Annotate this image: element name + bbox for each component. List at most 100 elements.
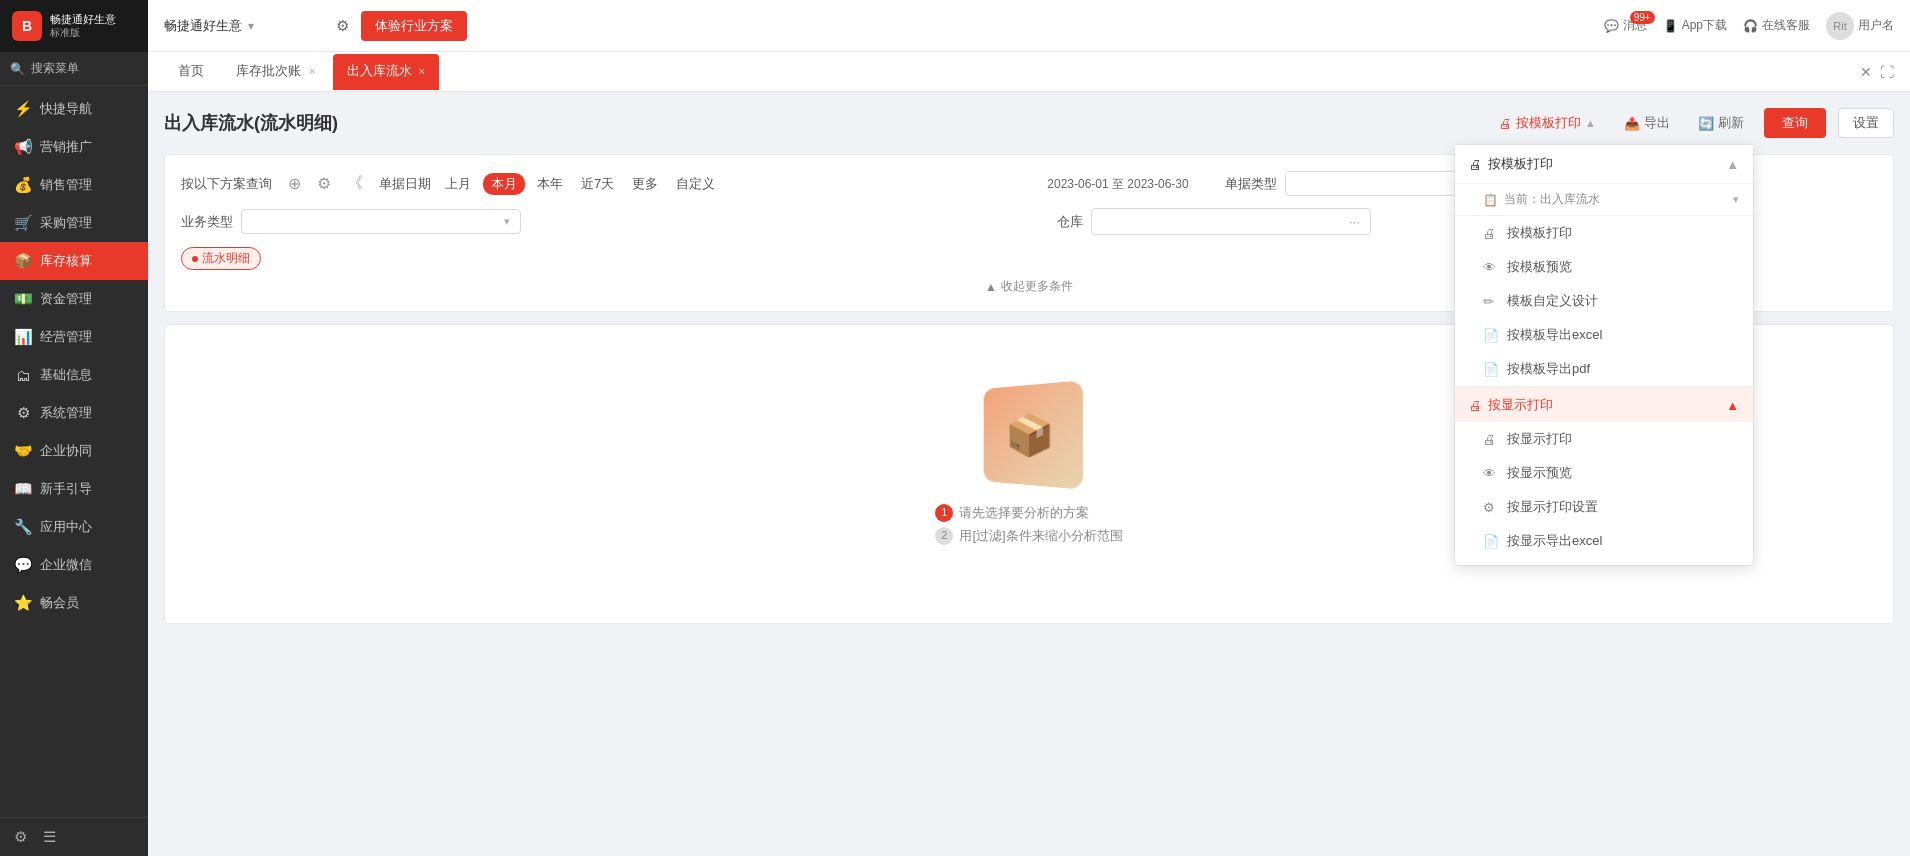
item-preview-icon: 👁	[1483, 260, 1499, 275]
sidebar-item-marketing[interactable]: 📢 营销推广	[0, 128, 148, 166]
sidebar-item-inventory[interactable]: 📦 库存核算	[0, 242, 148, 280]
sidebar-nav: ⚡ 快捷导航 📢 营销推广 💰 销售管理 🛒 采购管理 📦 库存核算 💵 资金管…	[0, 86, 148, 817]
dropdown-item-template-custom[interactable]: ✏ 模板自定义设计	[1455, 284, 1753, 318]
tab-batch[interactable]: 库存批次账 ×	[222, 54, 329, 90]
sidebar-item-member[interactable]: ⭐ 畅会员	[0, 584, 148, 622]
sidebar-item-quick-nav[interactable]: ⚡ 快捷导航	[0, 90, 148, 128]
print-dropdown-arrow[interactable]: ▲	[1585, 117, 1596, 129]
tab-batch-close-icon[interactable]: ×	[309, 65, 315, 77]
logo-text: 畅捷通好生意 标准版	[50, 12, 116, 40]
sidebar-item-finance[interactable]: 💵 资金管理	[0, 280, 148, 318]
biztype-label: 业务类型	[181, 213, 233, 231]
tab-home[interactable]: 首页	[164, 54, 218, 90]
dropdown-item-template-print[interactable]: 🖨 按模板打印	[1455, 216, 1753, 250]
sidebar-logo: B 畅捷通好生意 标准版	[0, 0, 148, 52]
export-btn[interactable]: 📤 导出	[1616, 110, 1678, 136]
search-menu-btn[interactable]: 🔍 搜索菜单	[10, 60, 138, 77]
sidebar-item-basic[interactable]: 🗂 基础信息	[0, 356, 148, 394]
filter-collapse-icon[interactable]: 《	[347, 173, 363, 194]
dropdown-collapse-icon[interactable]: ▲	[1726, 157, 1739, 172]
active-tag-flowdetail[interactable]: 流水明细	[181, 247, 261, 270]
collapse-btn[interactable]: ▲ 收起更多条件	[985, 278, 1073, 295]
dropdown-item-template-preview[interactable]: 👁 按模板预览	[1455, 250, 1753, 284]
sidebar-item-sales[interactable]: 💰 销售管理	[0, 166, 148, 204]
print-template-btn[interactable]: 🖨 按模板打印 ▲	[1491, 110, 1604, 136]
section2-print-icon: 🖨	[1469, 398, 1482, 413]
finance-icon: 💵	[14, 290, 32, 308]
tabbar-close-icon[interactable]: ✕	[1860, 64, 1872, 80]
sidebar-search[interactable]: 🔍 搜索菜单	[0, 52, 148, 86]
sidebar-item-wechat[interactable]: 💬 企业微信	[0, 546, 148, 584]
item-custom-icon: ✏	[1483, 294, 1499, 309]
item-pdf-icon: 📄	[1483, 362, 1499, 377]
dropdown-item-template-export-pdf[interactable]: 📄 按模板导出pdf	[1455, 352, 1753, 386]
settings-btn[interactable]: 设置	[1838, 108, 1894, 138]
dropdown-header-title: 🖨 按模板打印	[1469, 155, 1553, 173]
topbar: 畅捷通好生意 ▾ ⚙ 体验行业方案 💬 消息 99+ 📱 App下载 🎧 在线客…	[148, 0, 1910, 52]
dropdown-header: 🖨 按模板打印 ▲	[1455, 145, 1753, 184]
topbar-app-btn[interactable]: 📱 App下载	[1663, 17, 1727, 34]
dropdown-item-display-export-pdf[interactable]: 📄 按显示导出pdf	[1455, 558, 1753, 565]
date-btn-7days[interactable]: 近7天	[575, 173, 620, 195]
topbar-gear-icon[interactable]: ⚙	[336, 17, 349, 35]
dropdown-item-display-print-settings[interactable]: ⚙ 按显示打印设置	[1455, 490, 1753, 524]
dropdown-scroll: 🖨 按模板打印 ▲ 📋 当前：出入库流水 ▾	[1455, 145, 1753, 565]
collapse-up-icon: ▲	[985, 280, 997, 294]
topbar-brand-text: 畅捷通好生意	[164, 17, 242, 35]
dropdown-print-icon: 🖨	[1469, 157, 1482, 172]
date-btn-this-year[interactable]: 本年	[531, 173, 569, 195]
operations-icon: 📊	[14, 328, 32, 346]
wechat-icon: 💬	[14, 556, 32, 574]
app-icon: 📱	[1663, 19, 1678, 33]
warehouse-select[interactable]: ···	[1091, 208, 1371, 235]
date-btn-this-month[interactable]: 本月	[483, 173, 525, 195]
biztype-select[interactable]: ▾	[241, 209, 521, 234]
trial-btn[interactable]: 体验行业方案	[361, 11, 467, 41]
footer-menu-icon[interactable]: ☰	[43, 828, 56, 846]
current-template-row: 📋 当前：出入库流水 ▾	[1455, 184, 1753, 216]
tab-inout-close-icon[interactable]: ×	[418, 65, 424, 77]
query-btn[interactable]: 查询	[1764, 108, 1826, 138]
sidebar-item-guide[interactable]: 📖 新手引导	[0, 470, 148, 508]
filter-add-icon[interactable]: ⊕	[288, 174, 301, 193]
topbar-service-btn[interactable]: 🎧 在线客服	[1743, 17, 1810, 34]
msg-icon: 💬	[1604, 19, 1619, 33]
item-excel-icon: 📄	[1483, 328, 1499, 343]
filter-biztype-field: 业务类型 ▾	[181, 209, 1001, 234]
tab-inout[interactable]: 出入库流水 ×	[333, 54, 438, 90]
page-actions: 🖨 按模板打印 ▲ 📤 导出 🔄 刷新	[1491, 108, 1894, 138]
guide-icon: 📖	[14, 480, 32, 498]
sidebar-item-operations[interactable]: 📊 经营管理	[0, 318, 148, 356]
basic-icon: 🗂	[14, 367, 32, 384]
sidebar-item-system[interactable]: ⚙ 系统管理	[0, 394, 148, 432]
empty-state-image: 📦	[984, 380, 1083, 490]
topbar-msg-btn[interactable]: 💬 消息 99+	[1604, 17, 1647, 34]
topbar-dropdown-icon[interactable]: ▾	[248, 19, 254, 33]
dropdown-section2-header[interactable]: 🖨 按显示打印 ▲	[1455, 387, 1753, 422]
date-btn-custom[interactable]: 自定义	[670, 173, 721, 195]
sidebar-item-collab[interactable]: 🤝 企业协同	[0, 432, 148, 470]
date-btn-more[interactable]: 更多	[626, 173, 664, 195]
current-template-arrow[interactable]: ▾	[1733, 193, 1739, 206]
topbar-user-btn[interactable]: Rit 用户名	[1826, 12, 1894, 40]
search-icon: 🔍	[10, 62, 25, 76]
dropdown-item-display-print[interactable]: 🖨 按显示打印	[1455, 422, 1753, 456]
warehouse-label: 仓库	[1057, 213, 1083, 231]
display-settings-icon: ⚙	[1483, 500, 1499, 515]
sidebar-item-app-center[interactable]: 🔧 应用中心	[0, 508, 148, 546]
tabbar-expand-icon[interactable]: ⛶	[1880, 64, 1894, 80]
dropdown-item-display-preview[interactable]: 👁 按显示预览	[1455, 456, 1753, 490]
refresh-btn[interactable]: 🔄 刷新	[1690, 110, 1752, 136]
dropdown-item-display-export-excel[interactable]: 📄 按显示导出excel	[1455, 524, 1753, 558]
topbar-right: 💬 消息 99+ 📱 App下载 🎧 在线客服 Rit 用户名	[1604, 12, 1894, 40]
filter-label: 按以下方案查询	[181, 175, 272, 193]
main-area: 畅捷通好生意 ▾ ⚙ 体验行业方案 💬 消息 99+ 📱 App下载 🎧 在线客…	[148, 0, 1910, 856]
refresh-icon: 🔄	[1698, 116, 1714, 131]
section2-arrow[interactable]: ▲	[1726, 398, 1739, 413]
footer-settings-icon[interactable]: ⚙	[14, 828, 27, 846]
dropdown-item-template-export-excel[interactable]: 📄 按模板导出excel	[1455, 318, 1753, 352]
date-btn-last-month[interactable]: 上月	[439, 173, 477, 195]
filter-date-field: 单据日期 上月 本月 本年 近7天 更多 自定义	[379, 173, 1031, 195]
sidebar-item-purchase[interactable]: 🛒 采购管理	[0, 204, 148, 242]
filter-setting-icon[interactable]: ⚙	[317, 174, 331, 193]
